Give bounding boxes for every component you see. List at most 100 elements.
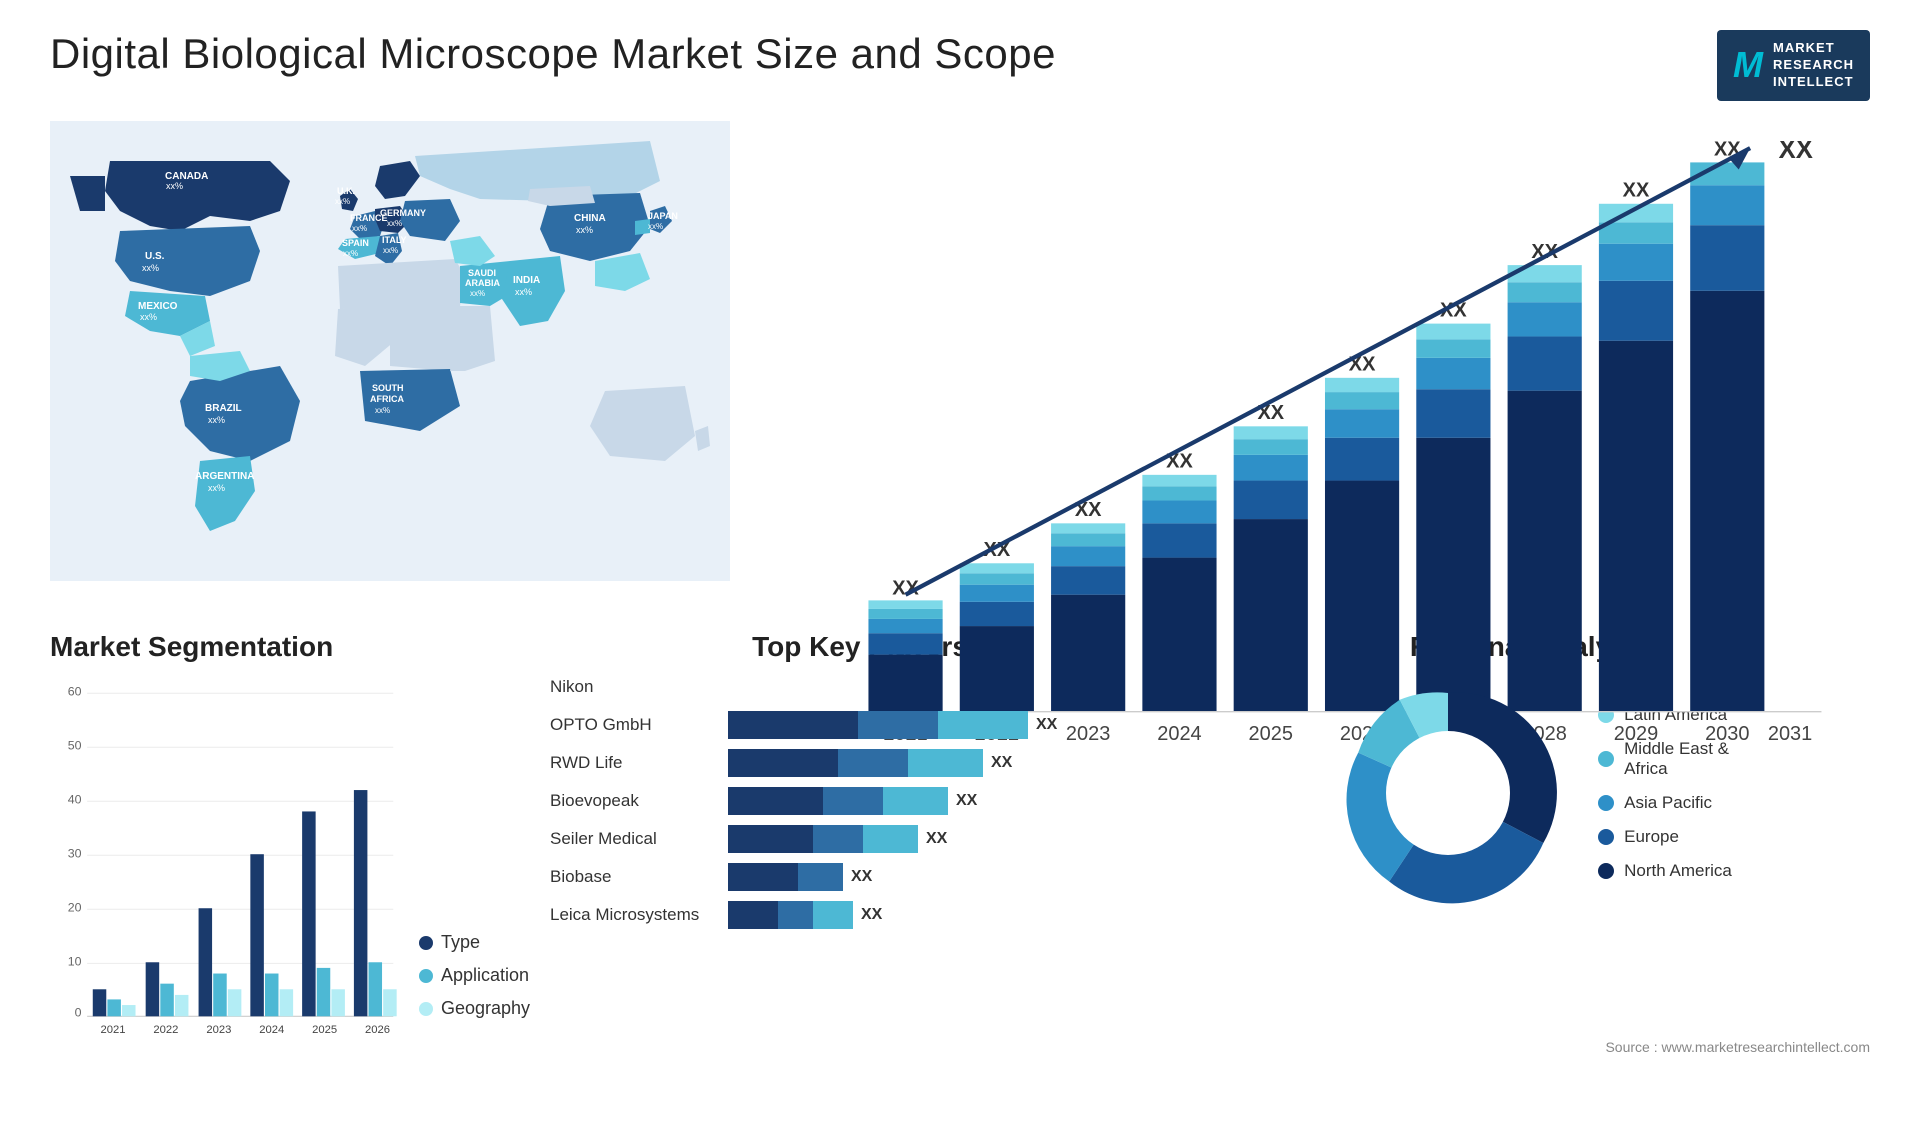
- player-opto: OPTO GmbH XX: [550, 711, 1170, 739]
- svg-text:XX: XX: [1779, 141, 1813, 164]
- bar-2028-s2: [1508, 336, 1582, 390]
- svg-text:AFRICA: AFRICA: [370, 394, 404, 404]
- bar-2027-s1: [1416, 437, 1490, 711]
- svg-text:2029: 2029: [1614, 723, 1658, 745]
- italy-label: ITALY: [382, 235, 407, 245]
- bar-2025-s4: [1234, 439, 1308, 455]
- players-list: Nikon OPTO GmbH XX RWD Life: [550, 673, 1170, 929]
- svg-text:xx%: xx%: [383, 246, 398, 255]
- player-rwd: RWD Life XX: [550, 749, 1170, 777]
- germany-label: GERMANY: [380, 208, 426, 218]
- bar-2026-s4: [1325, 392, 1399, 409]
- svg-text:xx%: xx%: [375, 406, 390, 415]
- spain-label: SPAIN: [342, 238, 369, 248]
- players-section: Top Key Players Nikon OPTO GmbH XX: [550, 631, 1170, 1031]
- legend-application: Application: [419, 965, 530, 986]
- logo-box: M MARKET RESEARCH INTELLECT: [1717, 30, 1870, 101]
- svg-text:xx%: xx%: [166, 181, 183, 191]
- player-name-nikon: Nikon: [550, 677, 720, 697]
- bar-2024-s3: [1142, 500, 1216, 523]
- svg-text:20: 20: [68, 900, 82, 914]
- svg-text:xx%: xx%: [335, 197, 350, 206]
- svg-text:60: 60: [68, 684, 82, 698]
- svg-text:xx%: xx%: [208, 483, 225, 493]
- player-bioevopeak: Bioevopeak XX: [550, 787, 1170, 815]
- svg-text:xx%: xx%: [648, 222, 663, 231]
- header: Digital Biological Microscope Market Siz…: [0, 0, 1920, 111]
- bar-2028-s3: [1508, 302, 1582, 336]
- bar-2025-s3: [1234, 455, 1308, 481]
- logo-area: M MARKET RESEARCH INTELLECT: [1717, 30, 1870, 101]
- bar-2021-s3: [868, 619, 942, 633]
- svg-text:xx%: xx%: [470, 289, 485, 298]
- svg-text:2022: 2022: [153, 1024, 178, 1036]
- legend-europe: Europe: [1598, 827, 1732, 847]
- bar-2021-s4: [868, 609, 942, 619]
- legend-geography: Geography: [419, 998, 530, 1019]
- bar-2021-s5: [868, 600, 942, 609]
- south-africa-label: SOUTH: [372, 383, 404, 393]
- bar-2023-s5: [1051, 523, 1125, 533]
- svg-text:XX: XX: [1623, 179, 1650, 201]
- player-name-biobase: Biobase: [550, 867, 720, 887]
- type-label: Type: [441, 932, 480, 953]
- bar-2023-s2: [1051, 566, 1125, 595]
- geography-label: Geography: [441, 998, 530, 1019]
- player-bar-biobase: XX: [728, 863, 1170, 891]
- svg-text:2021: 2021: [101, 1024, 126, 1036]
- svg-text:2031: 2031: [1768, 723, 1812, 745]
- bar-2029-s3: [1599, 243, 1673, 280]
- bar-2024-s2: [1142, 523, 1216, 557]
- seg-chart-area: 60 50 40 30 20 10 0: [50, 673, 530, 1049]
- bar-2025-s1: [1234, 519, 1308, 712]
- bar-2030-s2: [1690, 225, 1764, 291]
- map-section: CANADA xx% U.S. xx% MEXICO xx% BRAZIL xx…: [50, 121, 730, 611]
- svg-text:xx%: xx%: [576, 225, 593, 235]
- svg-text:xx%: xx%: [208, 415, 225, 425]
- bar-chart-section: XX XX XX XX: [760, 121, 1870, 611]
- player-seiler: Seiler Medical XX: [550, 825, 1170, 853]
- player-biobase: Biobase XX: [550, 863, 1170, 891]
- bar-2022-s2: [960, 601, 1034, 625]
- page-title: Digital Biological Microscope Market Siz…: [50, 30, 1056, 78]
- player-name-opto: OPTO GmbH: [550, 715, 720, 735]
- bar-2023-s4: [1051, 533, 1125, 546]
- svg-text:2030: 2030: [1705, 723, 1749, 745]
- player-name-leica: Leica Microsystems: [550, 905, 720, 925]
- n-africa-map: [338, 259, 465, 309]
- bar-2028-s5: [1508, 265, 1582, 282]
- bar-2024-s5: [1142, 475, 1216, 486]
- bar-2026-s3: [1325, 409, 1399, 438]
- player-name-seiler: Seiler Medical: [550, 829, 720, 849]
- svg-text:30: 30: [68, 846, 82, 860]
- bar-2027-s4: [1416, 339, 1490, 358]
- bar-2026-s2: [1325, 437, 1399, 480]
- japan-label: JAPAN: [648, 211, 678, 221]
- world-map: CANADA xx% U.S. xx% MEXICO xx% BRAZIL xx…: [50, 121, 730, 581]
- donut-chart: [1328, 673, 1568, 913]
- seg-chart: 60 50 40 30 20 10 0: [50, 673, 399, 1044]
- svg-text:2023: 2023: [206, 1024, 231, 1036]
- player-bar-rwd: XX: [728, 749, 1170, 777]
- player-bar-nikon: [728, 673, 1170, 701]
- bar-2027-s2: [1416, 389, 1490, 438]
- player-leica: Leica Microsystems XX: [550, 901, 1170, 929]
- india-label: INDIA: [513, 275, 540, 286]
- bar-2022-s5: [960, 563, 1034, 573]
- bar-2027-s5: [1416, 323, 1490, 339]
- bar-2029-s4: [1599, 222, 1673, 243]
- seg-svg-wrap: 60 50 40 30 20 10 0: [50, 673, 399, 1049]
- svg-text:ARABIA: ARABIA: [465, 278, 500, 288]
- bar-2023-s3: [1051, 546, 1125, 566]
- svg-text:2024: 2024: [259, 1024, 284, 1036]
- europe-label: Europe: [1624, 827, 1679, 847]
- svg-text:xx%: xx%: [142, 263, 159, 273]
- uk-label: U.K.: [337, 186, 355, 196]
- segmentation-title: Market Segmentation: [50, 631, 530, 663]
- legend-type: Type: [419, 932, 530, 953]
- china-label: CHINA: [574, 213, 606, 224]
- saudi-label: SAUDI: [468, 268, 496, 278]
- seg-legend: Type Application Geography: [419, 932, 530, 1049]
- bar-2028-s4: [1508, 282, 1582, 302]
- application-dot: [419, 969, 433, 983]
